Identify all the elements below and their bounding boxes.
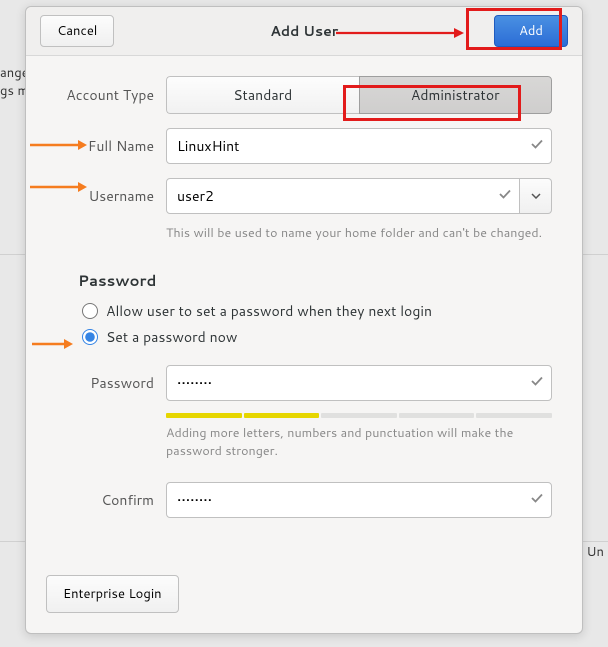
password-row: Password (46, 365, 552, 401)
background-text: Un (582, 535, 608, 569)
password-label: Password (46, 373, 166, 393)
password-input[interactable] (166, 365, 552, 401)
username-label: Username (46, 186, 166, 206)
standard-option[interactable]: Standard (166, 76, 359, 114)
enterprise-login-button[interactable]: Enterprise Login (46, 575, 179, 613)
account-type-toggle: Standard Administrator (166, 76, 552, 114)
dialog-title: Add User (270, 21, 338, 41)
account-type-row: Account Type Standard Administrator (46, 76, 552, 114)
username-row: Username (46, 178, 552, 214)
dialog-header: Cancel Add User Add (26, 7, 582, 56)
full-name-row: Full Name (46, 128, 552, 164)
username-dropdown[interactable] (520, 178, 552, 214)
username-help: This will be used to name your home fold… (166, 224, 542, 242)
full-name-input[interactable] (166, 128, 552, 164)
dialog-content: Account Type Standard Administrator Full… (26, 56, 582, 633)
password-help: Adding more letters, numbers and punctua… (166, 424, 552, 460)
administrator-option[interactable]: Administrator (359, 76, 553, 114)
account-type-label: Account Type (46, 85, 166, 105)
confirm-row: Confirm (46, 482, 552, 518)
password-strength-bar (166, 413, 552, 418)
confirm-label: Confirm (46, 490, 166, 510)
radio-set-now-input[interactable] (82, 329, 98, 345)
add-user-dialog: Cancel Add User Add Account Type Standar… (25, 6, 583, 634)
full-name-label: Full Name (46, 136, 166, 156)
radio-allow-later[interactable]: Allow user to set a password when they n… (82, 301, 552, 321)
radio-allow-later-input[interactable] (82, 303, 98, 319)
username-input[interactable] (166, 178, 520, 214)
password-section-title: Password (78, 270, 552, 291)
confirm-input[interactable] (166, 482, 552, 518)
add-button[interactable]: Add (494, 15, 568, 47)
cancel-button[interactable]: Cancel (40, 15, 114, 47)
chevron-down-icon (531, 193, 541, 199)
radio-allow-later-label: Allow user to set a password when they n… (106, 301, 432, 321)
radio-set-now-label: Set a password now (106, 327, 237, 347)
radio-set-now[interactable]: Set a password now (82, 327, 552, 347)
